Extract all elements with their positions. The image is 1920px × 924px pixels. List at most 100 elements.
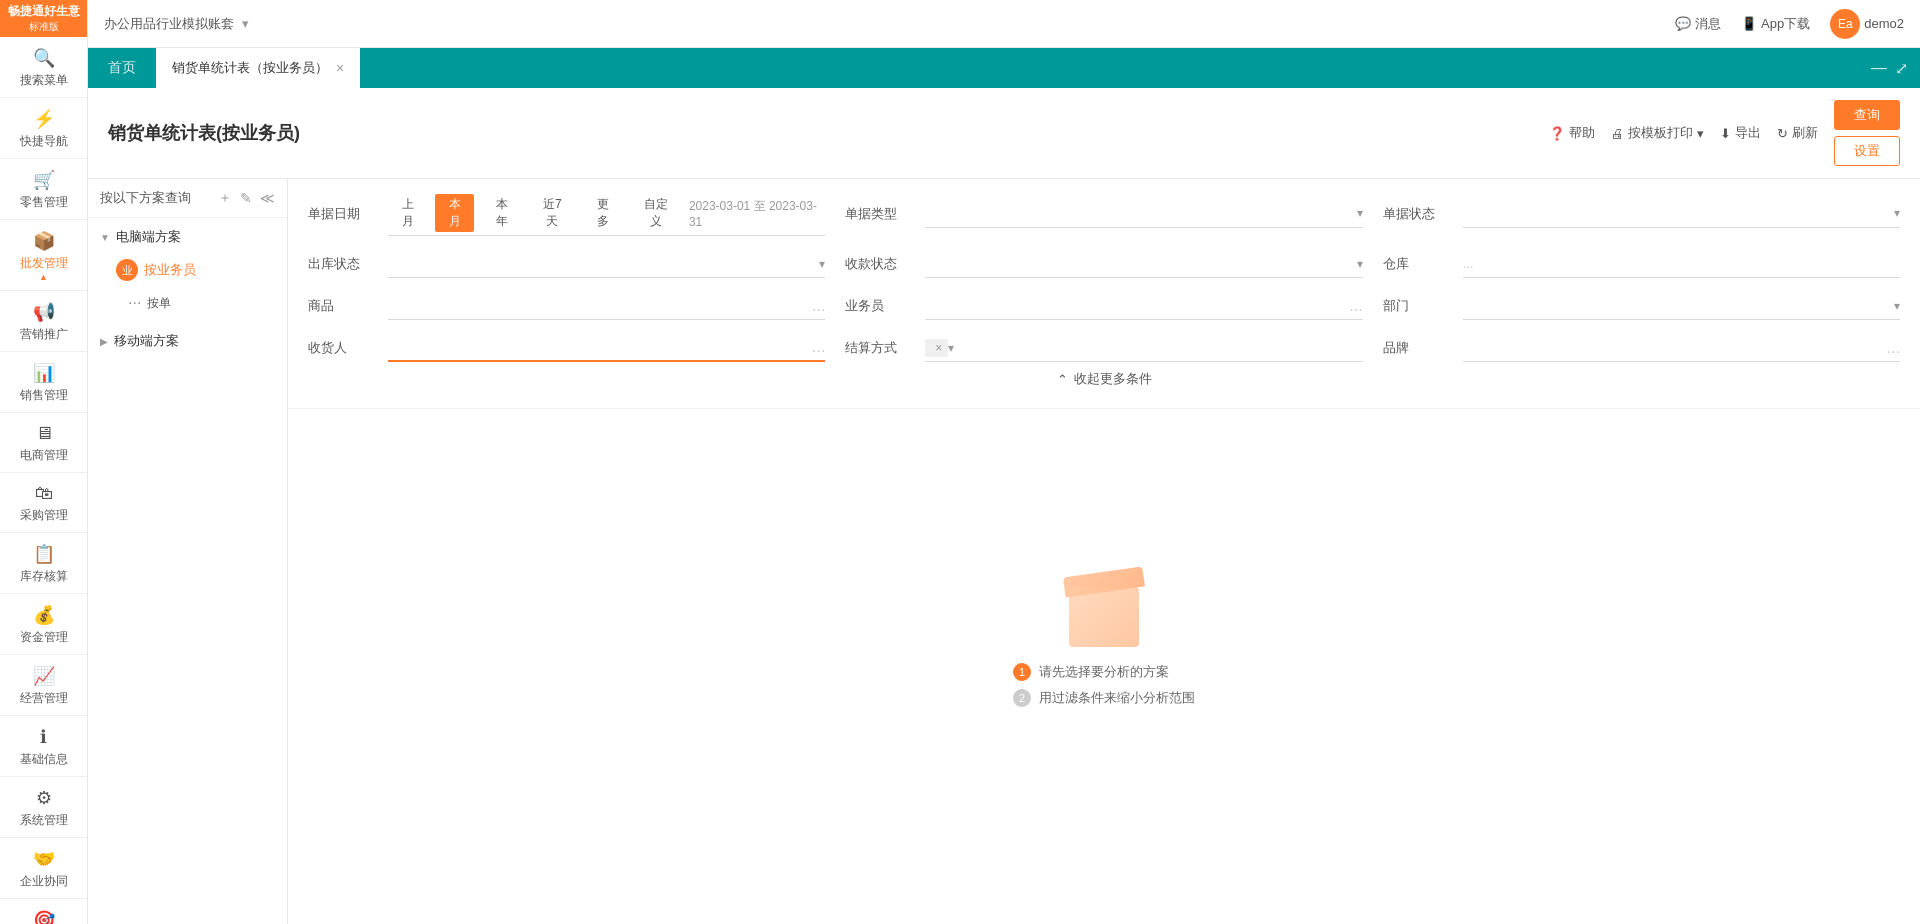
user-avatar-area[interactable]: Ea demo2 [1830, 9, 1904, 39]
print-chevron-icon: ▾ [1697, 126, 1704, 141]
sidebar-item-basic[interactable]: ℹ 基础信息 [0, 716, 87, 777]
tab-home[interactable]: 首页 [88, 48, 156, 88]
retail-icon: 🛒 [33, 169, 55, 191]
tab-minimize-button[interactable]: — [1871, 59, 1887, 77]
basic-icon: ℹ [40, 726, 47, 748]
settings-button[interactable]: 设置 [1834, 136, 1900, 166]
dept-field[interactable]: ▾ [1463, 292, 1900, 320]
print-icon: 🖨 [1611, 126, 1624, 141]
filter-area: 单据日期 上月 本月 本年 近7天 更多 自定义 2023-03-01 至 20… [288, 179, 1920, 924]
product-more-icon[interactable]: ... [812, 297, 825, 315]
sidebar-item-finance[interactable]: 💰 资金管理 [0, 594, 87, 655]
tab-close-icon[interactable]: × [336, 60, 344, 76]
scheme-collapse-icon[interactable]: ≪ [260, 190, 275, 206]
refresh-button[interactable]: ↻ 刷新 [1777, 124, 1818, 142]
payment-status-field[interactable]: ▾ [925, 250, 1362, 278]
sidebar-item-retail[interactable]: 🛒 零售管理 [0, 159, 87, 220]
help-button[interactable]: ❓ 帮助 [1549, 124, 1595, 142]
scheme-add-icon[interactable]: ＋ [218, 189, 232, 207]
warehouse-label: 仓库 [1383, 255, 1463, 273]
scheme-group-mobile: ▶ 移动端方案 [88, 322, 287, 360]
salesperson-more-icon[interactable]: ... [1349, 297, 1362, 315]
system-icon: ⚙ [36, 787, 52, 809]
sidebar-item-collab[interactable]: 🤝 企业协同 [0, 838, 87, 899]
app-download-label: App下载 [1761, 15, 1810, 33]
help-label: 帮助 [1569, 124, 1595, 142]
scheme-edit-icon[interactable]: ✎ [240, 190, 252, 206]
sidebar-item-operation[interactable]: 📈 经营管理 [0, 655, 87, 716]
scheme-item-by-salesperson[interactable]: 业 按业务员 [88, 252, 287, 288]
settlement-tag-close-icon[interactable]: × [935, 341, 942, 355]
query-button[interactable]: 查询 [1834, 100, 1900, 130]
message-button[interactable]: 💬 消息 [1675, 15, 1721, 33]
scheme-group-desktop-header[interactable]: ▼ 电脑端方案 [88, 222, 287, 252]
sidebar-item-sales[interactable]: 📊 销售管理 [0, 352, 87, 413]
date-btn-more[interactable]: 更多 [583, 194, 622, 232]
scheme-group-mobile-header[interactable]: ▶ 移动端方案 [88, 326, 287, 356]
sidebar-item-purchase[interactable]: 🛍 采购管理 [0, 473, 87, 533]
export-button[interactable]: ⬇ 导出 [1720, 124, 1761, 142]
sidebar-item-inventory[interactable]: 📋 库存核算 [0, 533, 87, 594]
sidebar-item-label: 企业协同 [20, 873, 68, 890]
query-actions: 查询 设置 [1834, 100, 1900, 166]
payment-status-label: 收款状态 [845, 255, 925, 273]
doc-type-field[interactable]: ▾ [925, 200, 1362, 228]
triangle-right-icon: ▶ [100, 336, 108, 347]
top-header: 办公用品行业模拟账套 ▾ 💬 消息 📱 App下载 Ea demo2 [88, 0, 1920, 48]
guide-icon: 🎯 [33, 909, 55, 924]
doc-status-chevron-icon: ▾ [1894, 206, 1900, 220]
doc-status-field[interactable]: ▾ [1463, 200, 1900, 228]
product-field[interactable]: ... [388, 292, 825, 320]
app-download-button[interactable]: 📱 App下载 [1741, 15, 1810, 33]
ecommerce-icon: 🖥 [35, 423, 53, 444]
hint-number-1: 1 [1013, 663, 1031, 681]
date-filter-row: 上月 本月 本年 近7天 更多 自定义 2023-03-01 至 2023-03… [388, 194, 825, 232]
settlement-chevron-icon: ▾ [948, 341, 954, 355]
settlement-field[interactable]: × ▾ [925, 334, 1362, 362]
tab-active[interactable]: 销货单统计表（按业务员） × [156, 48, 360, 88]
brand-field[interactable]: ... [1463, 334, 1900, 362]
collapse-more-button[interactable]: ⌃ 收起更多条件 [308, 362, 1900, 396]
app-icon: 📱 [1741, 16, 1757, 31]
breadcrumb: 办公用品行业模拟账套 ▾ [104, 15, 249, 33]
date-btn-last-month[interactable]: 上月 [388, 194, 427, 232]
tab-bar-right: — ⤢ [1871, 59, 1920, 78]
sidebar-item-shortcut[interactable]: ⚡ 快捷导航 [0, 98, 87, 159]
sidebar-item-label: 系统管理 [20, 812, 68, 829]
date-btn-custom[interactable]: 自定义 [630, 194, 681, 232]
brand-label: 品牌 [1383, 339, 1463, 357]
sidebar-item-search[interactable]: 🔍 搜索菜单 [0, 37, 87, 98]
collab-icon: 🤝 [33, 848, 55, 870]
consignee-more-icon[interactable]: ... [812, 338, 825, 356]
sidebar-item-wholesale[interactable]: 📦 批发管理 ▲ [0, 220, 87, 291]
sidebar-item-guide[interactable]: 🎯 新手引导 [0, 899, 87, 924]
scheme-group-mobile-label: 移动端方案 [114, 332, 179, 350]
sidebar-item-label: 电商管理 [20, 447, 68, 464]
scheme-panel-title: 按以下方案查询 [100, 189, 191, 207]
print-template-button[interactable]: 🖨 按模板打印 ▾ [1611, 124, 1704, 142]
stock-status-field[interactable]: ▾ [388, 250, 825, 278]
product-label: 商品 [308, 297, 388, 315]
brand-more-icon[interactable]: ... [1887, 339, 1900, 357]
salesperson-field[interactable]: ... [925, 292, 1362, 320]
filter-section: 单据日期 上月 本月 本年 近7天 更多 自定义 2023-03-01 至 20… [288, 179, 1920, 409]
date-btn-this-year[interactable]: 本年 [482, 194, 521, 232]
date-btn-this-month[interactable]: 本月 [435, 194, 474, 232]
warehouse-field[interactable]: ... [1463, 250, 1900, 278]
page-header-actions: ❓ 帮助 🖨 按模板打印 ▾ ⬇ 导出 ↻ 刷新 查询 [1549, 100, 1900, 178]
wholesale-icon: 📦 [33, 230, 55, 252]
sidebar-item-marketing[interactable]: 📢 营销推广 [0, 291, 87, 352]
sidebar-item-ecommerce[interactable]: 🖥 电商管理 [0, 413, 87, 473]
scheme-group-desktop-label: 电脑端方案 [116, 228, 181, 246]
consignee-field[interactable]: ... [388, 334, 825, 362]
message-label: 消息 [1695, 15, 1721, 33]
scheme-sub-item-by-order[interactable]: ··· 按单 [88, 288, 287, 318]
doc-type-label: 单据类型 [845, 205, 925, 223]
salesperson-scheme-icon: 业 [116, 259, 138, 281]
sidebar-item-label: 库存核算 [20, 568, 68, 585]
tab-maximize-button[interactable]: ⤢ [1895, 59, 1908, 78]
date-btn-7days[interactable]: 近7天 [529, 194, 575, 232]
sidebar-item-system[interactable]: ⚙ 系统管理 [0, 777, 87, 838]
sidebar: 畅捷通好生意 标准版 🔍 搜索菜单 ⚡ 快捷导航 🛒 零售管理 📦 批发管理 ▲… [0, 0, 88, 924]
avatar: Ea [1830, 9, 1860, 39]
